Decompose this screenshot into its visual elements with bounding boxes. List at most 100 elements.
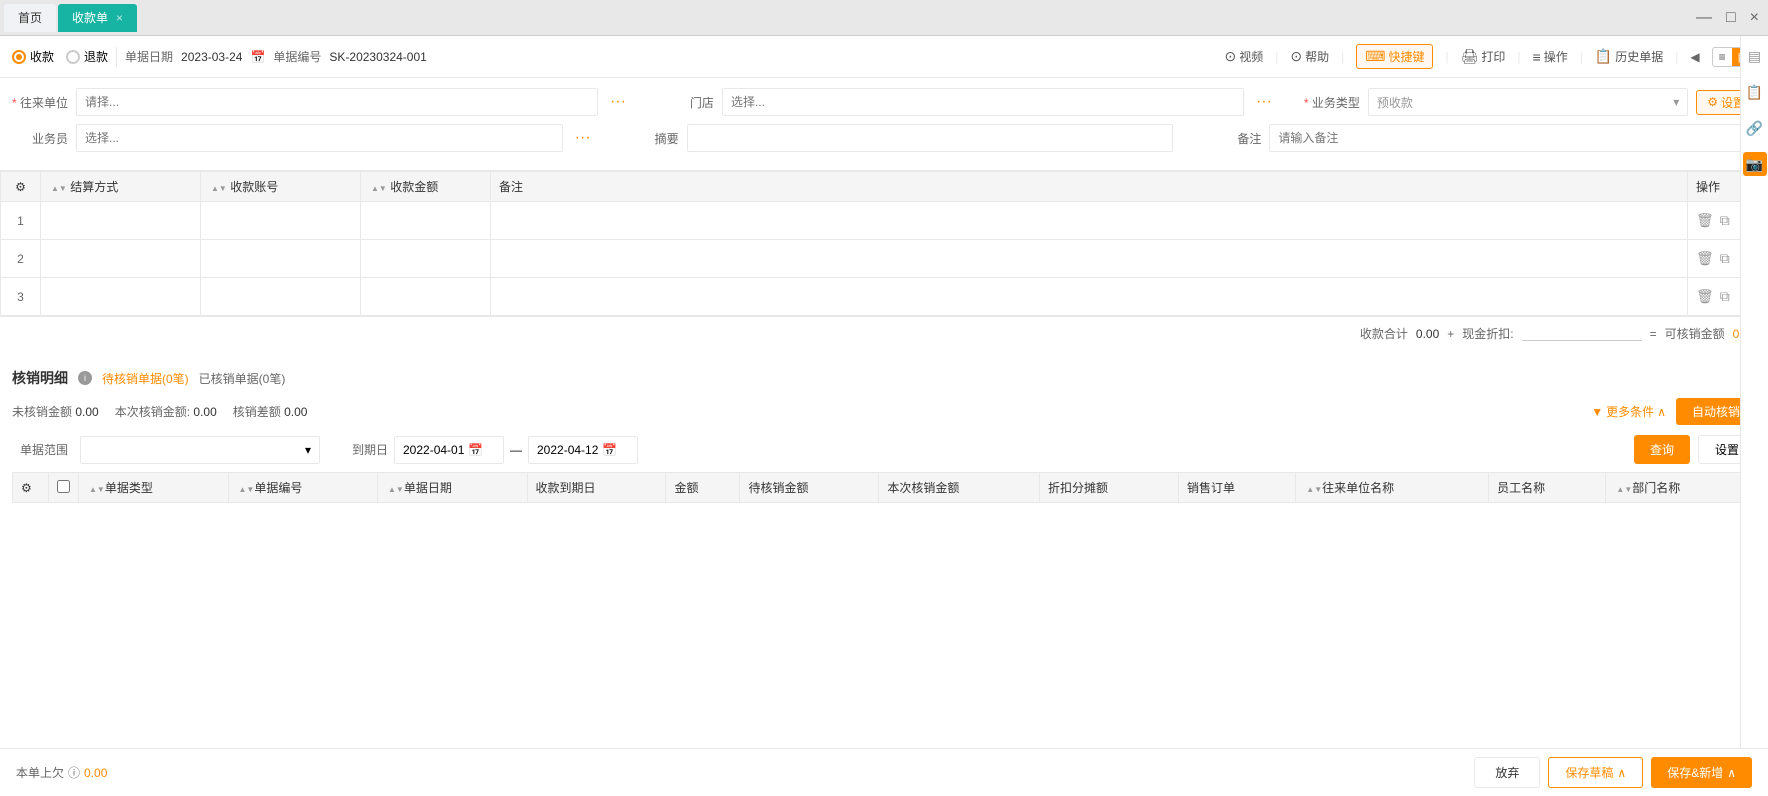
shortcut-btn[interactable]: ⌨ 快捷键 bbox=[1356, 44, 1433, 69]
table-settings-icon[interactable]: ⚙ bbox=[15, 180, 26, 194]
store-input[interactable] bbox=[731, 95, 1235, 109]
row-3-account[interactable] bbox=[201, 278, 361, 316]
pending-tab[interactable]: 待核销单据(0笔) bbox=[102, 370, 189, 387]
row-2-copy-icon[interactable]: ⧉ bbox=[1720, 250, 1730, 267]
row-3-delete-icon[interactable]: 🗑 bbox=[1696, 288, 1714, 305]
video-btn[interactable]: ⊙ 视频 bbox=[1224, 48, 1263, 65]
shortcut-icon: ⌨ bbox=[1365, 48, 1385, 65]
amount-label: 收款金额 bbox=[390, 180, 438, 194]
tab-receipt-label: 收款单 bbox=[72, 9, 108, 26]
sort-icon-settlement: ▲▼ bbox=[51, 185, 67, 193]
divider-1 bbox=[116, 47, 117, 67]
sidebar-table-icon[interactable]: ▤ bbox=[1743, 44, 1767, 68]
more-conditions-btn[interactable]: ▼ 更多条件 ∧ bbox=[1591, 403, 1666, 420]
sort-doc-type: ▲▼ bbox=[89, 486, 105, 494]
history-btn[interactable]: 📋 历史单据 bbox=[1595, 48, 1663, 65]
sidebar-doc-icon[interactable]: 📋 bbox=[1743, 80, 1767, 104]
row-1-amount[interactable] bbox=[361, 202, 491, 240]
window-controls: — □ × bbox=[1691, 7, 1764, 29]
range-select[interactable]: ▾ bbox=[80, 436, 320, 464]
tab-receipt-close[interactable]: × bbox=[116, 11, 123, 25]
tab-home-label: 首页 bbox=[18, 9, 42, 26]
th-current-amount: 本次核销金额 bbox=[879, 473, 1040, 503]
sort-partner: ▲▼ bbox=[1306, 486, 1322, 494]
available-label: 可核销金额 bbox=[1665, 325, 1725, 342]
sort-icon-amount: ▲▼ bbox=[371, 185, 387, 193]
row-3-remark[interactable] bbox=[491, 278, 1688, 316]
video-icon: ⊙ bbox=[1224, 48, 1236, 65]
operation-btn[interactable]: ≡ 操作 bbox=[1533, 48, 1568, 65]
table-row: 2 🗑 ⧉ bbox=[1, 240, 1768, 278]
close-btn[interactable]: × bbox=[1745, 7, 1764, 29]
receipt-radio[interactable]: 收款 bbox=[12, 48, 54, 65]
filter-icon: ▼ bbox=[1591, 405, 1603, 419]
settings-col-icon[interactable]: ⚙ bbox=[21, 481, 32, 495]
calendar-end-icon[interactable]: 📅 bbox=[602, 443, 617, 457]
hexiao-title: 核销明细 bbox=[12, 368, 68, 388]
table-settings-th[interactable]: ⚙ bbox=[1, 172, 41, 202]
row-3-copy-icon[interactable]: ⧉ bbox=[1720, 288, 1730, 305]
remark-input[interactable] bbox=[1278, 131, 1747, 145]
maximize-btn[interactable]: □ bbox=[1721, 7, 1741, 29]
store-label: 门店 bbox=[658, 94, 714, 111]
history-label: 历史单据 bbox=[1615, 48, 1663, 65]
row-3-settlement[interactable] bbox=[41, 278, 201, 316]
staff-input-container bbox=[76, 124, 563, 152]
row-3-amount[interactable] bbox=[361, 278, 491, 316]
calendar-icon[interactable]: 📅 bbox=[250, 50, 265, 64]
discard-btn[interactable]: 放弃 bbox=[1474, 757, 1540, 788]
partner-more-btn[interactable]: ··· bbox=[610, 93, 626, 111]
more-conditions-label: 更多条件 bbox=[1606, 403, 1654, 420]
partner-input[interactable] bbox=[85, 95, 589, 109]
staff-more-btn[interactable]: ··· bbox=[575, 129, 591, 147]
minimize-btn[interactable]: — bbox=[1691, 7, 1717, 29]
summary-input[interactable] bbox=[696, 131, 1165, 145]
row-1-remark[interactable] bbox=[491, 202, 1688, 240]
row-2-account[interactable] bbox=[201, 240, 361, 278]
date-value[interactable]: 2023-03-24 bbox=[181, 50, 242, 64]
hexiao-info-icon[interactable]: i bbox=[78, 371, 92, 385]
tab-home[interactable]: 首页 bbox=[4, 4, 56, 32]
range-chevron-icon: ▾ bbox=[305, 443, 311, 457]
save-draft-btn[interactable]: 保存草稿 ∧ bbox=[1548, 757, 1643, 788]
footer-stat-info-icon[interactable]: ⓘ bbox=[68, 764, 80, 781]
history-icon: 📋 bbox=[1595, 48, 1612, 65]
row-1-delete-icon[interactable]: 🗑 bbox=[1696, 212, 1714, 229]
row-2-amount[interactable] bbox=[361, 240, 491, 278]
equals-sign: = bbox=[1650, 327, 1657, 341]
save-new-btn[interactable]: 保存&新增 ∧ bbox=[1651, 757, 1752, 788]
select-all-checkbox[interactable] bbox=[57, 480, 70, 493]
row-2-settlement[interactable] bbox=[41, 240, 201, 278]
sidebar-link-icon[interactable]: 🔗 bbox=[1743, 116, 1767, 140]
unchecked-value: 0.00 bbox=[75, 405, 98, 419]
row-1-settlement[interactable] bbox=[41, 202, 201, 240]
table-body: 1 🗑 ⧉ 2 bbox=[1, 202, 1768, 316]
row-1-copy-icon[interactable]: ⧉ bbox=[1720, 212, 1730, 229]
tab-receipt[interactable]: 收款单 × bbox=[58, 4, 137, 32]
row-2-remark[interactable] bbox=[491, 240, 1688, 278]
date-start-input[interactable]: 2022-04-01 📅 bbox=[394, 436, 504, 464]
row-1-account[interactable] bbox=[201, 202, 361, 240]
list-view-btn[interactable]: ≡ bbox=[1713, 48, 1732, 66]
toolbar: 收款 退款 单据日期 2023-03-24 📅 单据编号 SK-20230324… bbox=[0, 36, 1768, 78]
range-label: 单据范围 bbox=[12, 441, 68, 458]
done-tab-label: 已核销单据(0笔) bbox=[199, 370, 286, 387]
unchecked-stat: 未核销金额 0.00 bbox=[12, 403, 99, 420]
discount-input[interactable] bbox=[1522, 326, 1642, 341]
help-btn[interactable]: ⊙ 帮助 bbox=[1290, 48, 1329, 65]
sidebar-camera-icon[interactable]: 📷 bbox=[1743, 152, 1767, 176]
staff-input[interactable] bbox=[85, 131, 554, 145]
store-more-btn[interactable]: ··· bbox=[1256, 93, 1272, 111]
nav-left-icon[interactable]: ◀ bbox=[1690, 50, 1699, 64]
form-section: 往来单位 ··· 门店 ··· 业务类型 预收款 ▾ ⚙ 设置 bbox=[0, 78, 1768, 171]
th-partner-name: ▲▼往来单位名称 bbox=[1296, 473, 1489, 503]
query-btn[interactable]: 查询 bbox=[1634, 435, 1690, 464]
done-tab[interactable]: 已核销单据(0笔) bbox=[199, 370, 286, 387]
th-doc-date: ▲▼单据日期 bbox=[378, 473, 528, 503]
row-2-delete-icon[interactable]: 🗑 bbox=[1696, 250, 1714, 267]
refund-radio[interactable]: 退款 bbox=[66, 48, 108, 65]
print-btn[interactable]: 🖨 打印 bbox=[1461, 48, 1506, 65]
date-end-input[interactable]: 2022-04-12 📅 bbox=[528, 436, 638, 464]
calendar-start-icon[interactable]: 📅 bbox=[468, 443, 483, 457]
biz-type-select[interactable]: 预收款 ▾ bbox=[1368, 88, 1688, 116]
